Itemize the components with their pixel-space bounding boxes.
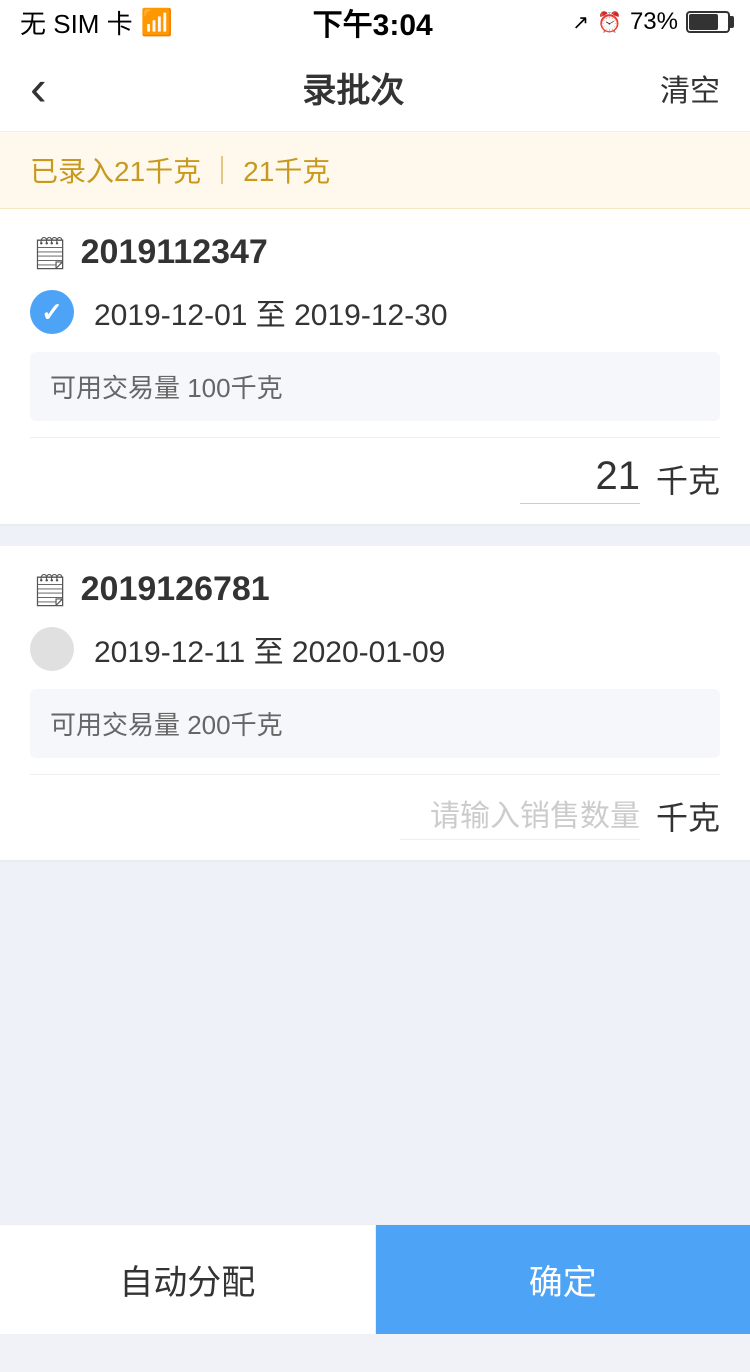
bottom-bar: 自动分配 确定 [0,1224,750,1334]
batch-2-input-row: 请输入销售数量 千克 [0,775,750,862]
nav-bar: ‹ 录批次 清空 [0,44,750,132]
batch-2-number: 2019126781 [81,570,270,609]
batch-2-checkbox[interactable] [30,627,74,671]
batch-2-avail: 可用交易量 200千克 [30,689,720,758]
confirm-button[interactable]: 确定 [376,1225,750,1334]
batch-1-checkbox[interactable]: ✓ [30,290,74,334]
status-right: ↗ ⏰ 73% [572,8,730,36]
status-bar: 无 SIM 卡 📶 下午3:04 ↗ ⏰ 73% [0,0,750,44]
battery-percent: 73% [630,8,678,36]
batch-1-avail: 可用交易量 100千克 [30,352,720,421]
batch-2-input-placeholder[interactable]: 请输入销售数量 [400,791,640,840]
batch-1-icon: 🗒 [30,234,71,272]
page-title: 录批次 [302,63,404,112]
status-carrier: 无 SIM 卡 📶 [20,4,173,41]
batch-1-number: 2019112347 [81,233,268,272]
wifi-icon: 📶 [141,7,173,38]
batch-1-row: ✓ 2019-12-01 至 2019-12-30 [0,282,750,344]
carrier-text: 无 SIM 卡 [20,4,133,41]
batch-2-unit: 千克 [656,793,720,839]
batch-1-input-value[interactable]: 21 [520,454,640,504]
batch-1-input-row: 21 千克 [0,438,750,526]
location-icon: ↗ [572,10,589,35]
batch-card-1: 🗒 2019112347 ✓ 2019-12-01 至 2019-12-30 可… [0,209,750,526]
batch-card-2: 🗒 2019126781 2019-12-11 至 2020-01-09 可用交… [0,546,750,862]
info-divider [221,156,223,184]
separator-1 [0,526,750,546]
empty-area [0,862,750,1262]
clear-button[interactable]: 清空 [660,66,720,110]
batch-2-date: 2019-12-11 至 2020-01-09 [94,627,445,671]
batch-1-unit: 千克 [656,456,720,502]
info-left-text: 已录入21千克 [30,150,201,190]
status-time: 下午3:04 [313,0,433,44]
battery-bar-icon [686,11,730,33]
back-button[interactable]: ‹ [30,63,47,113]
batch-2-header: 🗒 2019126781 [0,546,750,619]
batch-2-row: 2019-12-11 至 2020-01-09 [0,619,750,681]
alarm-icon: ⏰ [597,10,622,35]
info-right-text: 21千克 [243,150,330,190]
checkmark-icon: ✓ [41,297,63,328]
auto-distribute-button[interactable]: 自动分配 [0,1225,376,1334]
info-banner: 已录入21千克 21千克 [0,132,750,209]
content-area: 🗒 2019112347 ✓ 2019-12-01 至 2019-12-30 可… [0,209,750,1372]
batch-1-date: 2019-12-01 至 2019-12-30 [94,290,448,334]
batch-2-icon: 🗒 [30,571,71,609]
batch-1-header: 🗒 2019112347 [0,209,750,282]
